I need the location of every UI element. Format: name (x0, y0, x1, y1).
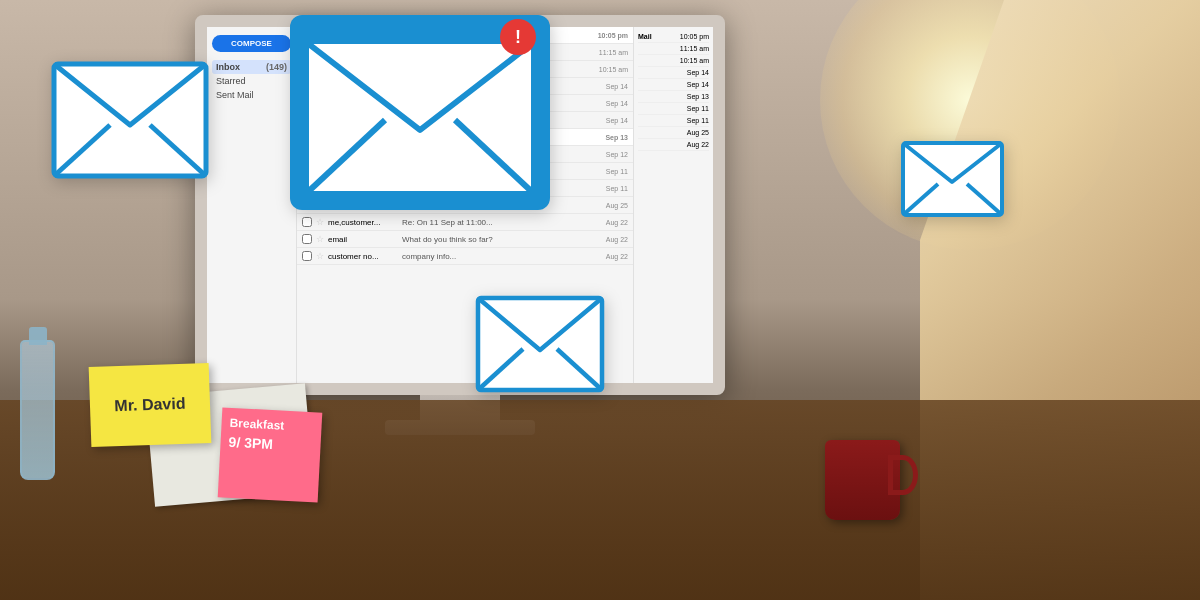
list-item: Sep 11 (638, 115, 709, 127)
sidebar-item-sent[interactable]: Sent Mail (212, 88, 291, 102)
envelope-top-left (50, 60, 210, 180)
list-item: Sep 11 (638, 103, 709, 115)
svg-text:!: ! (515, 27, 521, 47)
email-checkbox[interactable] (302, 234, 312, 244)
table-row[interactable]: ☆ me,customer... Re: On 11 Sep at 11:00.… (297, 214, 633, 231)
list-item: Mail 10:05 pm (638, 31, 709, 43)
right-panel: Mail 10:05 pm 11:15 am 10:15 am Sep 14 (633, 27, 713, 383)
email-checkbox[interactable] (302, 251, 312, 261)
list-item: Sep 14 (638, 67, 709, 79)
sticky-pink-line1: Breakfast (229, 416, 314, 434)
envelope-large-float: ! (290, 15, 550, 210)
water-bottle (20, 340, 55, 480)
star-icon[interactable]: ☆ (316, 251, 324, 261)
list-item: Sep 14 (638, 79, 709, 91)
list-item: 10:15 am (638, 55, 709, 67)
table-row[interactable]: ☆ customer no... company info... Aug 22 (297, 248, 633, 265)
envelope-mid-right (900, 140, 1005, 218)
star-icon[interactable]: ☆ (316, 234, 324, 244)
email-checkbox[interactable] (302, 217, 312, 227)
sticky-note-pink: Breakfast 9/ 3PM (218, 407, 323, 502)
envelope-bottom-center (475, 295, 605, 393)
sticky-yellow-text: Mr. David (114, 395, 186, 415)
list-item: Sep 13 (638, 91, 709, 103)
sticky-pink-line2: 9/ 3PM (228, 434, 313, 454)
sidebar-item-inbox[interactable]: Inbox (149) (212, 60, 291, 74)
star-icon[interactable]: ☆ (316, 217, 324, 227)
compose-button[interactable]: COMPOSE (212, 35, 291, 52)
list-item: Aug 22 (638, 139, 709, 151)
table-row[interactable]: ☆ email What do you think so far? Aug 22 (297, 231, 633, 248)
coffee-mug (825, 440, 900, 520)
list-item: Aug 25 (638, 127, 709, 139)
gmail-sidebar: COMPOSE Inbox (149) Starred Sent Mail (207, 27, 297, 383)
list-item: 11:15 am (638, 43, 709, 55)
sidebar-item-starred[interactable]: Starred (212, 74, 291, 88)
sticky-note-yellow: Mr. David (89, 363, 212, 447)
